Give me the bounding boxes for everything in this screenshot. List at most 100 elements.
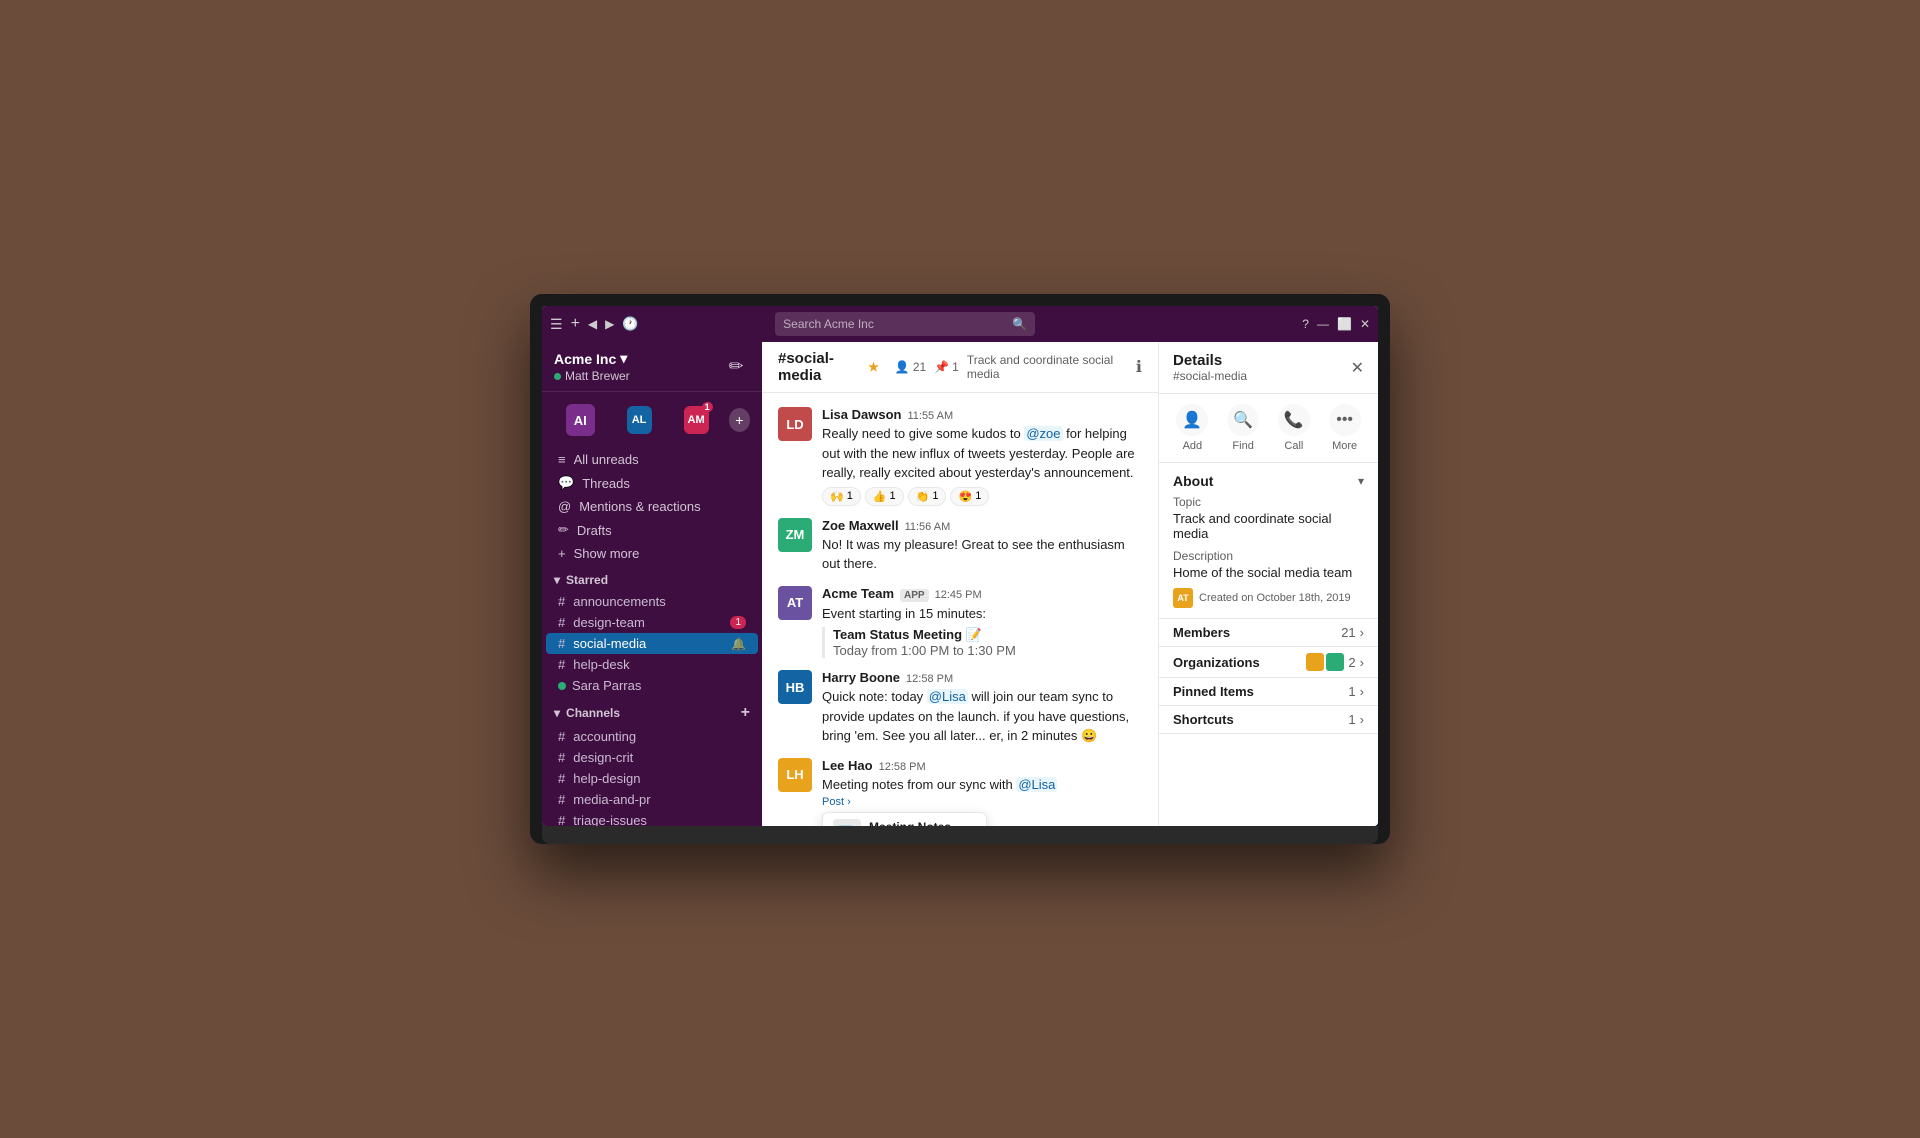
details-close-button[interactable]: ✕: [1351, 358, 1364, 378]
about-section: About ▾ Topic Track and coordinate socia…: [1159, 463, 1378, 619]
message-content: Acme Team APP 12:45 PM Event starting in…: [822, 586, 1142, 659]
avatar: AT: [778, 586, 812, 620]
reaction-item[interactable]: 👏 1: [908, 487, 947, 506]
close-icon[interactable]: ✕: [1360, 317, 1370, 331]
sidebar-item-threads[interactable]: 💬 Threads: [546, 471, 758, 495]
sidebar-channel-triage-issues[interactable]: # triage-issues: [546, 810, 758, 826]
forward-arrow-icon[interactable]: ▶: [605, 317, 614, 331]
sidebar-item-mentions[interactable]: @ Mentions & reactions: [546, 495, 758, 518]
org-avatar-1: [1306, 653, 1324, 671]
mentions-icon: @: [558, 499, 571, 514]
sidebar-item-show-more[interactable]: + Show more: [546, 542, 758, 565]
quote-detail: Today from 1:00 PM to 1:30 PM: [833, 643, 1142, 658]
search-magnifier-icon: 🔍: [1012, 317, 1027, 331]
avatar: LD: [778, 407, 812, 441]
add-action-button[interactable]: 👤 Add: [1176, 404, 1208, 452]
message-content: Lee Hao 12:58 PM Meeting notes from our …: [822, 758, 1142, 827]
message-content: Lisa Dawson 11:55 AM Really need to give…: [822, 407, 1142, 506]
sidebar-channel-social-media[interactable]: # social-media 🔔: [546, 633, 758, 654]
table-row: AT Acme Team APP 12:45 PM Event starting…: [762, 580, 1158, 665]
sidebar-channel-announcements[interactable]: # announcements: [546, 591, 758, 612]
call-action-button[interactable]: 📞 Call: [1278, 404, 1310, 452]
sidebar-channel-design-team[interactable]: # design-team 1: [546, 612, 758, 633]
hamburger-icon[interactable]: ☰: [550, 316, 563, 333]
pins-meta[interactable]: 📌 1: [934, 360, 959, 374]
message-text: Event starting in 15 minutes:: [822, 604, 1142, 624]
history-icon[interactable]: 🕐: [622, 316, 638, 332]
muted-icon: 🔔: [731, 637, 746, 651]
more-action-button[interactable]: ••• More: [1329, 404, 1361, 452]
reaction-item[interactable]: 🙌 1: [822, 487, 861, 506]
sidebar-item-unreads[interactable]: ≡ All unreads: [546, 448, 758, 471]
sidebar: Acme Inc ▾ Matt Brewer ✏ AI AL: [542, 342, 762, 826]
more-dots-icon: •••: [1329, 404, 1361, 436]
show-more-icon: +: [558, 546, 566, 561]
sidebar-item-drafts[interactable]: ✏ Drafts: [546, 518, 758, 542]
sidebar-channel-media-and-pr[interactable]: # media-and-pr: [546, 789, 758, 810]
title-bar: ☰ + ◀ ▶ 🕐 🔍 ? — ⬜ ✕: [542, 306, 1378, 342]
avatar: HB: [778, 670, 812, 704]
mention-lisa-2[interactable]: @Lisa: [1016, 777, 1057, 792]
message-sender[interactable]: Lee Hao: [822, 758, 873, 773]
message-header: Lee Hao 12:58 PM: [822, 758, 1142, 773]
hash-icon: #: [558, 771, 565, 786]
message-header: Lisa Dawson 11:55 AM: [822, 407, 1142, 422]
compose-button[interactable]: ✏: [722, 353, 750, 381]
details-subtitle: #social-media: [1173, 369, 1247, 383]
minimize-icon[interactable]: —: [1317, 317, 1329, 331]
info-button[interactable]: ℹ: [1136, 357, 1142, 377]
back-arrow-icon[interactable]: ◀: [588, 317, 597, 331]
message-sender[interactable]: Acme Team: [822, 586, 894, 601]
find-action-button[interactable]: 🔍 Find: [1227, 404, 1259, 452]
mention-lisa[interactable]: @Lisa: [927, 689, 968, 704]
maximize-icon[interactable]: ⬜: [1337, 317, 1352, 331]
workspace-status: Matt Brewer: [554, 369, 630, 383]
about-section-header[interactable]: About ▾: [1173, 473, 1364, 489]
message-text: No! It was my pleasure! Great to see the…: [822, 535, 1142, 574]
sidebar-channel-help-design[interactable]: # help-design: [546, 768, 758, 789]
hash-icon: #: [558, 792, 565, 807]
hash-icon: #: [558, 729, 565, 744]
org-avatar-2: [1326, 653, 1344, 671]
members-icon: 👤: [895, 360, 910, 374]
avatar: ZM: [778, 518, 812, 552]
pinned-items-row[interactable]: Pinned Items 1 ›: [1159, 678, 1378, 706]
reaction-item[interactable]: 👍 1: [865, 487, 904, 506]
hash-icon: #: [558, 594, 565, 609]
members-chevron-icon: ›: [1360, 625, 1364, 640]
add-workspace-button[interactable]: +: [729, 408, 750, 432]
help-icon[interactable]: ?: [1302, 317, 1309, 331]
post-link[interactable]: Post ›: [822, 796, 1142, 808]
search-input[interactable]: [783, 317, 1006, 331]
message-sender[interactable]: Zoe Maxwell: [822, 518, 899, 533]
sidebar-dm-sara[interactable]: Sara Parras: [546, 675, 758, 696]
hash-icon: #: [558, 750, 565, 765]
channel-star-icon[interactable]: ★: [868, 360, 879, 374]
message-sender[interactable]: Harry Boone: [822, 670, 900, 685]
hover-card: 📝 Meeting Notes Last updated just now: [822, 812, 987, 826]
search-bar[interactable]: 🔍: [775, 312, 1035, 336]
workspace-avatar[interactable]: AI: [566, 404, 595, 436]
workspace-avatar-3[interactable]: AM 1: [684, 406, 709, 434]
details-actions: 👤 Add 🔍 Find 📞 Call ••• More: [1159, 394, 1378, 463]
add-channel-icon[interactable]: +: [741, 704, 750, 722]
sidebar-channel-design-crit[interactable]: # design-crit: [546, 747, 758, 768]
members-row[interactable]: Members 21 ›: [1159, 619, 1378, 647]
starred-section-header[interactable]: ▾ Starred: [542, 565, 762, 591]
sidebar-channel-help-desk[interactable]: # help-desk: [546, 654, 758, 675]
message-text: Really need to give some kudos to @zoe f…: [822, 424, 1142, 483]
channels-section-header[interactable]: ▾ Channels +: [542, 696, 762, 726]
reaction-item[interactable]: 😍 1: [950, 487, 989, 506]
workspace-name[interactable]: Acme Inc ▾: [554, 350, 630, 367]
message-time: 11:55 AM: [907, 410, 953, 422]
workspace-avatar-2[interactable]: AL: [627, 406, 652, 434]
dm-status-dot: [558, 682, 566, 690]
sidebar-channel-accounting[interactable]: # accounting: [546, 726, 758, 747]
shortcuts-row[interactable]: Shortcuts 1 ›: [1159, 706, 1378, 734]
message-time: 12:58 PM: [906, 673, 953, 685]
members-meta[interactable]: 👤 21: [895, 360, 926, 374]
new-tab-icon[interactable]: +: [571, 315, 580, 333]
organizations-row[interactable]: Organizations 2 ›: [1159, 647, 1378, 678]
message-sender[interactable]: Lisa Dawson: [822, 407, 901, 422]
mention-zoe[interactable]: @zoe: [1024, 426, 1062, 441]
